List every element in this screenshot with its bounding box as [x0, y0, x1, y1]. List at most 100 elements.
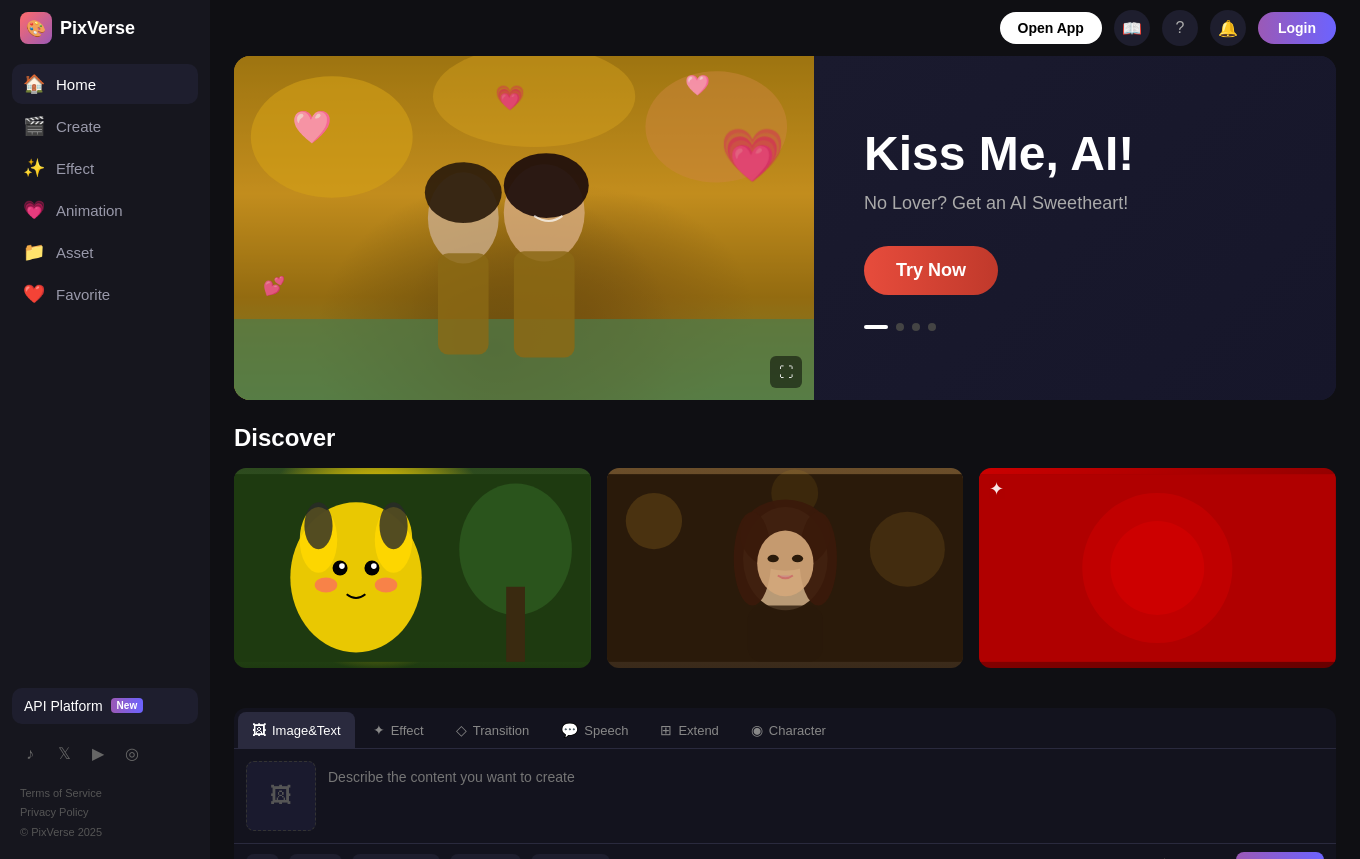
tab-effect-label: Effect	[391, 723, 424, 738]
hero-subtitle: No Lover? Get an AI Sweetheart!	[864, 193, 1286, 214]
tiktok-icon[interactable]: ♪	[20, 744, 40, 764]
tab-transition[interactable]: ◇ Transition	[442, 712, 544, 748]
svg-rect-36	[747, 606, 822, 662]
hero-artwork: 🩷 💗 💗 🩷 💕	[234, 56, 814, 400]
svg-point-19	[339, 563, 345, 569]
hero-content: Kiss Me, AI! No Lover? Get an AI Sweethe…	[814, 56, 1336, 400]
svg-point-15	[304, 502, 332, 549]
discover-section: Discover	[210, 424, 1360, 708]
svg-point-26	[625, 493, 681, 549]
style-button[interactable]: 🎨 Style	[450, 854, 521, 859]
logo-text: PixVerse	[60, 18, 135, 39]
discord-icon[interactable]: ◎	[122, 744, 142, 764]
svg-point-35	[792, 555, 803, 563]
create-button[interactable]: Create	[1236, 852, 1324, 859]
expand-button[interactable]: ⛶	[770, 356, 802, 388]
heart-icon-1: 🩷	[292, 108, 332, 146]
sidebar-item-create[interactable]: 🎬 Create	[12, 106, 198, 146]
heart-icon-2: 💗	[495, 84, 525, 112]
dot-3[interactable]	[912, 323, 920, 331]
help-icon[interactable]: ?	[1162, 10, 1198, 46]
character-tab-icon: ◉	[751, 722, 763, 738]
effect-tab-icon: ✦	[373, 722, 385, 738]
sidebar-item-label: Home	[56, 76, 96, 93]
dot-4[interactable]	[928, 323, 936, 331]
prompt-input[interactable]	[328, 761, 1324, 815]
pikachu-thumbnail	[234, 468, 591, 668]
terms-link[interactable]: Terms of Service	[20, 787, 102, 799]
sidebar-item-effect[interactable]: ✨ Effect	[12, 148, 198, 188]
try-now-button[interactable]: Try Now	[864, 246, 998, 295]
pikachu-svg	[234, 468, 591, 668]
main-content: Open App 📖 ? 🔔 Login 🩷 💗 💗 🩷 💕	[210, 0, 1360, 859]
quality-button[interactable]: ◎ Normal	[531, 854, 610, 859]
tab-image-text[interactable]: 🖼 Image&Text	[238, 712, 355, 748]
hero-pagination	[864, 323, 1286, 331]
creation-footer: ⚙ ⏱ 5s ⚡ Turbo 🎨 Style ◎ Normal 🎬	[234, 843, 1336, 859]
svg-point-20	[371, 563, 377, 569]
twitter-icon[interactable]: 𝕏	[54, 744, 74, 764]
tab-character-label: Character	[769, 723, 826, 738]
create-icon: 🎬	[24, 116, 44, 136]
sidebar-item-animation[interactable]: 💗 Animation	[12, 190, 198, 230]
svg-point-40	[1111, 521, 1205, 615]
tab-speech[interactable]: 💬 Speech	[547, 712, 642, 748]
sidebar-item-label: Animation	[56, 202, 123, 219]
settings-button[interactable]: ⚙	[246, 854, 279, 859]
dot-2[interactable]	[896, 323, 904, 331]
extend-tab-icon: ⊞	[660, 722, 672, 738]
effect-icon: ✨	[24, 158, 44, 178]
video-grid-top: ✦	[234, 468, 1336, 668]
tab-transition-label: Transition	[473, 723, 530, 738]
logo-icon: 🎨	[20, 12, 52, 44]
image-upload-box[interactable]: 🖼	[246, 761, 316, 831]
image-text-tab-icon: 🖼	[252, 722, 266, 738]
social-links: ♪ 𝕏 ▶ ◎	[0, 732, 210, 776]
tab-extend[interactable]: ⊞ Extend	[646, 712, 732, 748]
video-card-red[interactable]: ✦	[979, 468, 1336, 668]
sidebar: 🎨 PixVerse 🏠 Home 🎬 Create ✨ Effect 💗 An…	[0, 0, 210, 859]
transition-tab-icon: ◇	[456, 722, 467, 738]
animation-icon: 💗	[24, 200, 44, 220]
youtube-icon[interactable]: ▶	[88, 744, 108, 764]
asset-icon: 📁	[24, 242, 44, 262]
dot-1[interactable]	[864, 325, 888, 329]
girl-thumbnail	[607, 468, 964, 668]
api-platform-label: API Platform	[24, 698, 103, 714]
svg-rect-6	[438, 253, 489, 354]
video-card-girl[interactable]	[607, 468, 964, 668]
video-card-pikachu[interactable]	[234, 468, 591, 668]
privacy-link[interactable]: Privacy Policy	[20, 806, 88, 818]
sidebar-item-home[interactable]: 🏠 Home	[12, 64, 198, 104]
sidebar-item-label: Favorite	[56, 286, 110, 303]
tab-speech-label: Speech	[584, 723, 628, 738]
heart-icon-5: 💕	[263, 275, 285, 297]
sidebar-item-favorite[interactable]: ❤️ Favorite	[12, 274, 198, 314]
hero-title: Kiss Me, AI!	[864, 126, 1286, 181]
sidebar-item-asset[interactable]: 📁 Asset	[12, 232, 198, 272]
svg-point-33	[757, 530, 813, 596]
hero-banner: 🩷 💗 💗 🩷 💕	[234, 56, 1336, 400]
speech-tab-icon: 💬	[561, 722, 578, 738]
home-icon: 🏠	[24, 74, 44, 94]
svg-point-22	[375, 577, 398, 592]
svg-rect-24	[506, 587, 525, 662]
creation-body: 🖼	[234, 749, 1336, 843]
tab-character[interactable]: ◉ Character	[737, 712, 840, 748]
turbo-button[interactable]: ⚡ Turbo	[352, 854, 440, 859]
logo[interactable]: 🎨 PixVerse	[0, 0, 210, 56]
sidebar-item-label: Create	[56, 118, 101, 135]
creation-tabs: 🖼 Image&Text ✦ Effect ◇ Transition 💬 Spe…	[234, 708, 1336, 749]
tab-extend-label: Extend	[678, 723, 718, 738]
girl-svg	[607, 468, 964, 668]
login-button[interactable]: Login	[1258, 12, 1336, 44]
tab-effect[interactable]: ✦ Effect	[359, 712, 438, 748]
discover-title: Discover	[234, 424, 1336, 452]
open-app-button[interactable]: Open App	[1000, 12, 1102, 44]
duration-button[interactable]: ⏱ 5s	[289, 854, 342, 859]
notification-icon[interactable]: 🔔	[1210, 10, 1246, 46]
api-platform-button[interactable]: API Platform New	[12, 688, 198, 724]
book-icon[interactable]: 📖	[1114, 10, 1150, 46]
svg-point-10	[504, 153, 589, 218]
svg-point-21	[315, 577, 338, 592]
